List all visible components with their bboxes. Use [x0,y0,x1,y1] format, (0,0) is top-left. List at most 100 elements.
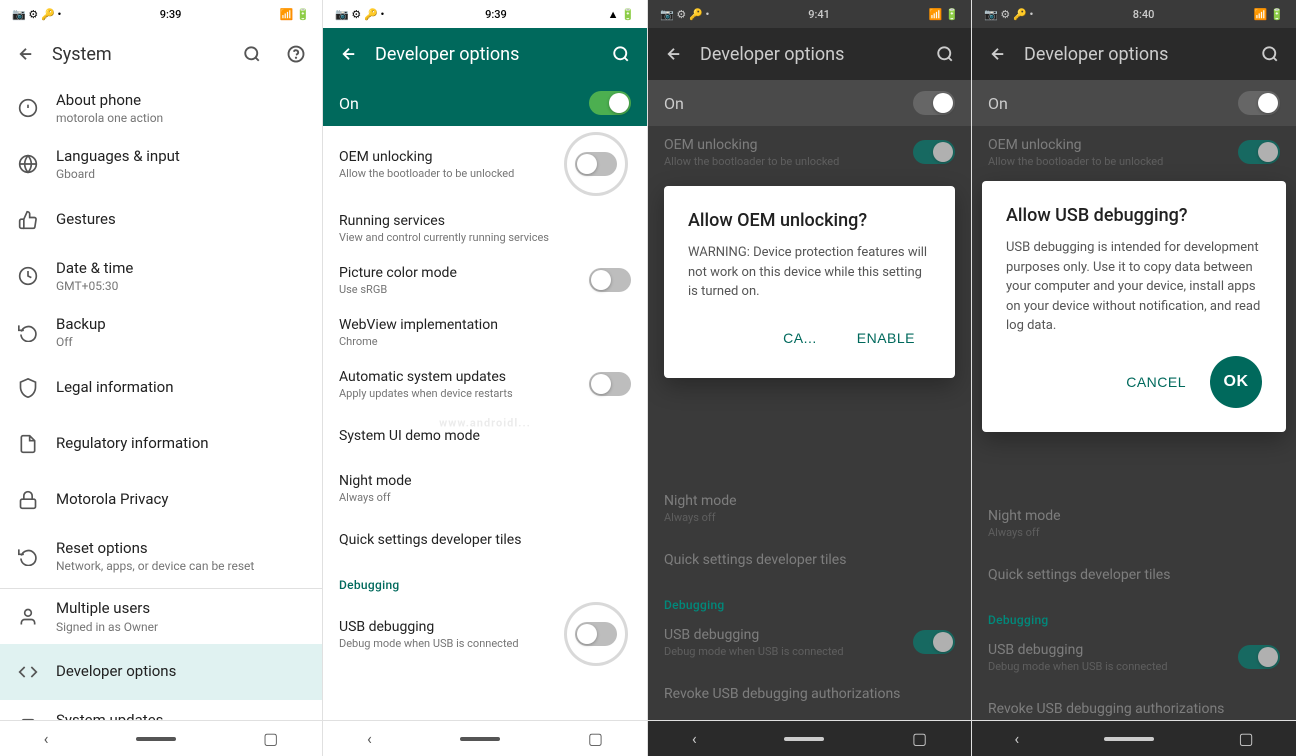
search-icon-3[interactable] [927,36,963,72]
below-dialog-4: Night mode Always off Quick settings dev… [972,497,1296,720]
oem-title-3: OEM unlocking [664,137,913,153]
on-label-2: On [339,94,359,113]
users-text: Multiple users Signed in as Owner [56,599,306,634]
toolbar-2: Developer options [323,28,647,80]
on-toggle-3[interactable] [913,91,955,115]
back-nav-3[interactable]: ‹ [692,729,697,748]
picture-color-toggle[interactable] [589,268,631,292]
back-icon[interactable] [8,36,44,72]
settings-item-languages[interactable]: Languages & input Gboard [0,136,322,192]
auto-updates-item[interactable]: Automatic system updates Apply updates w… [323,358,647,410]
users-subtitle: Signed in as Owner [56,620,306,634]
settings-item-users[interactable]: Multiple users Signed in as Owner [0,588,322,644]
dialog-cancel-4[interactable]: Cancel [1110,356,1202,408]
back-nav-4[interactable]: ‹ [1014,729,1019,748]
on-toggle-2[interactable] [589,91,631,115]
usb-debug-item[interactable]: USB debugging Debug mode when USB is con… [323,596,647,672]
usb-debug-text: USB debugging Debug mode when USB is con… [339,619,561,650]
back-icon-3[interactable] [656,36,692,72]
about-subtitle: motorola one action [56,111,306,125]
system-ui-item[interactable]: System UI demo mode [323,410,647,462]
settings-item-backup[interactable]: Backup Off [0,304,322,360]
quick-settings-title: Quick settings developer tiles [339,532,631,548]
usb-toggle-circle [564,602,628,666]
running-services-item[interactable]: Running services View and control curren… [323,202,647,254]
settings-item-reset[interactable]: Reset options Network, apps, or device c… [0,528,322,584]
home-nav-4[interactable] [1104,737,1154,741]
search-icon-4[interactable] [1252,36,1288,72]
back-nav-btn[interactable]: ‹ [44,729,49,748]
oem-toggle-circle [564,132,628,196]
night-title-4: Night mode [988,508,1280,524]
status-time-2: 9:39 [485,8,507,21]
nav-bar-2: ‹ ▢ [323,720,647,756]
quick-title-4: Quick settings developer tiles [988,567,1280,583]
privacy-text: Motorola Privacy [56,490,306,510]
quick-settings-item[interactable]: Quick settings developer tiles [323,514,647,566]
settings-list: About phone motorola one action Language… [0,80,322,720]
settings-item-privacy[interactable]: Motorola Privacy [0,472,322,528]
toolbar-1: System [0,28,322,80]
back-icon-2[interactable] [331,36,367,72]
languages-subtitle: Gboard [56,167,306,181]
settings-item-about[interactable]: About phone motorola one action [0,80,322,136]
debug-header-4: Debugging [972,601,1296,631]
dialog-enable-3[interactable]: Enable [841,322,931,354]
oem-text-3: OEM unlocking Allow the bootloader to be… [664,137,913,168]
status-time-3: 9:41 [808,8,830,21]
languages-text: Languages & input Gboard [56,147,306,182]
search-icon-1[interactable] [234,36,270,72]
legal-title: Legal information [56,378,306,398]
webview-item[interactable]: WebView implementation Chrome [323,306,647,358]
night-sub-4: Always off [988,526,1280,539]
backup-text: Backup Off [56,315,306,350]
help-icon[interactable] [278,36,314,72]
dialog-cancel-3[interactable]: Ca... [767,322,833,354]
back-icon-4[interactable] [980,36,1016,72]
picture-color-item[interactable]: Picture color mode Use sRGB [323,254,647,306]
night-mode-item[interactable]: Night mode Always off [323,462,647,514]
settings-item-updates[interactable]: System updates Updated to Android 9 [0,700,322,720]
nav-bar-1: ‹ ▢ [0,720,322,756]
oem-unlocking-item[interactable]: OEM unlocking Allow the bootloader to be… [323,126,647,202]
about-title: About phone [56,91,306,111]
status-bar-2: 📷 ⚙ 🔑 • 9:39 ▲ 🔋 [323,0,647,28]
users-icon [16,605,40,629]
recents-nav-2[interactable]: ▢ [588,729,603,748]
status-time-1: 9:39 [160,8,182,21]
reset-text: Reset options Network, apps, or device c… [56,539,306,574]
home-nav-btn[interactable] [136,737,176,741]
settings-item-gestures[interactable]: Gestures [0,192,322,248]
usb-debug-toggle[interactable] [575,622,617,646]
on-toggle-4[interactable] [1238,91,1280,115]
usb-toggle-4 [1238,645,1280,669]
oem-subtitle: Allow the bootloader to be unlocked [339,167,561,180]
home-nav-2[interactable] [460,737,500,741]
auto-updates-toggle[interactable] [589,372,631,396]
revoke-title-3: Revoke USB debugging authorizations [664,686,955,702]
settings-item-regulatory[interactable]: Regulatory information [0,416,322,472]
oem-toggle[interactable] [575,152,617,176]
settings-item-datetime[interactable]: Date & time GMT+05:30 [0,248,322,304]
auto-updates-text: Automatic system updates Apply updates w… [339,369,589,400]
status-icons-2: 📷 ⚙ 🔑 • [335,8,384,21]
toolbar-3: Developer options [648,28,971,80]
recents-nav-3[interactable]: ▢ [912,729,927,748]
datetime-icon [16,264,40,288]
recents-nav-4[interactable]: ▢ [1239,729,1254,748]
dev-options-list-3: OEM unlocking Allow the bootloader to be… [648,126,971,720]
usb-3: USB debugging Debug mode when USB is con… [648,616,971,668]
nav-bar-3: ‹ ▢ [648,720,971,756]
about-text: About phone motorola one action [56,91,306,126]
languages-icon [16,152,40,176]
back-nav-2[interactable]: ‹ [367,729,372,748]
night-title-3: Night mode [664,493,955,509]
settings-item-legal[interactable]: Legal information [0,360,322,416]
search-icon-2[interactable] [603,36,639,72]
status-bar-3: 📷 ⚙ 🔑 • 9:41 📶 🔋 [648,0,971,28]
recents-nav-btn[interactable]: ▢ [263,729,278,748]
settings-item-developer[interactable]: Developer options [0,644,322,700]
webview-subtitle: Chrome [339,335,631,348]
dialog-ok-4[interactable]: OK [1210,356,1262,408]
home-nav-3[interactable] [784,737,824,741]
